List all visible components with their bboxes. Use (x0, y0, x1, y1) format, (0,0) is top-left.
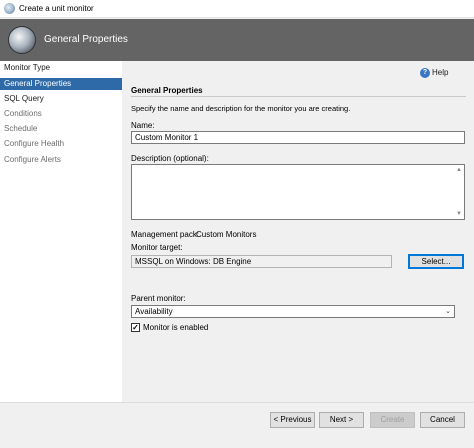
monitor-target-field: MSSQL on Windows: DB Engine (131, 255, 392, 268)
header-banner: General Properties (0, 19, 474, 61)
cancel-button[interactable]: Cancel (420, 412, 465, 428)
wizard-steps-sidebar: Monitor Type General Properties SQL Quer… (0, 61, 122, 402)
management-pack-value: Custom Monitors (196, 230, 257, 239)
title-bar: Create a unit monitor (0, 0, 474, 18)
name-label: Name: (131, 121, 155, 130)
wizard-footer: < Previous Next > Create Cancel (0, 402, 474, 448)
window-title: Create a unit monitor (19, 4, 94, 13)
parent-monitor-label: Parent monitor: (131, 294, 186, 303)
sidebar-item-schedule: Schedule (4, 124, 38, 133)
previous-button[interactable]: < Previous (270, 412, 315, 428)
wizard-orb-icon (8, 26, 36, 54)
select-target-button[interactable]: Select... (408, 254, 464, 269)
scroll-up-icon[interactable]: ▲ (455, 166, 463, 174)
instructions-text: Specify the name and description for the… (131, 104, 351, 113)
parent-monitor-value: Availability (135, 307, 173, 316)
sidebar-item-configure-alerts: Configure Alerts (4, 155, 61, 164)
next-button[interactable]: Next > (319, 412, 364, 428)
name-input[interactable]: Custom Monitor 1 (131, 131, 465, 144)
sidebar-item-configure-health: Configure Health (4, 139, 65, 148)
create-button: Create (370, 412, 415, 428)
section-heading: General Properties (131, 86, 203, 95)
chevron-down-icon: ⌄ (445, 308, 451, 315)
help-icon[interactable]: ? (420, 68, 430, 78)
banner-title: General Properties (44, 34, 128, 45)
parent-monitor-select[interactable]: Availability ⌄ (131, 305, 455, 318)
section-divider (131, 96, 466, 97)
description-label: Description (optional): (131, 154, 209, 163)
help-link[interactable]: Help (432, 68, 448, 77)
monitor-enabled-label: Monitor is enabled (143, 323, 209, 332)
sidebar-item-conditions: Conditions (4, 109, 42, 118)
scroll-down-icon[interactable]: ▼ (455, 210, 463, 218)
main-panel: ? Help General Properties Specify the na… (122, 61, 474, 402)
description-textarea[interactable]: ▲ ▼ (131, 164, 465, 220)
sidebar-item-monitor-type[interactable]: Monitor Type (0, 62, 122, 74)
sidebar-item-general-properties[interactable]: General Properties (0, 78, 122, 90)
monitor-target-label: Monitor target: (131, 243, 183, 252)
sidebar-item-sql-query[interactable]: SQL Query (0, 93, 122, 105)
app-icon (4, 3, 15, 14)
monitor-enabled-checkbox[interactable]: ✓ (131, 323, 140, 332)
management-pack-label: Management pack: (131, 230, 200, 239)
